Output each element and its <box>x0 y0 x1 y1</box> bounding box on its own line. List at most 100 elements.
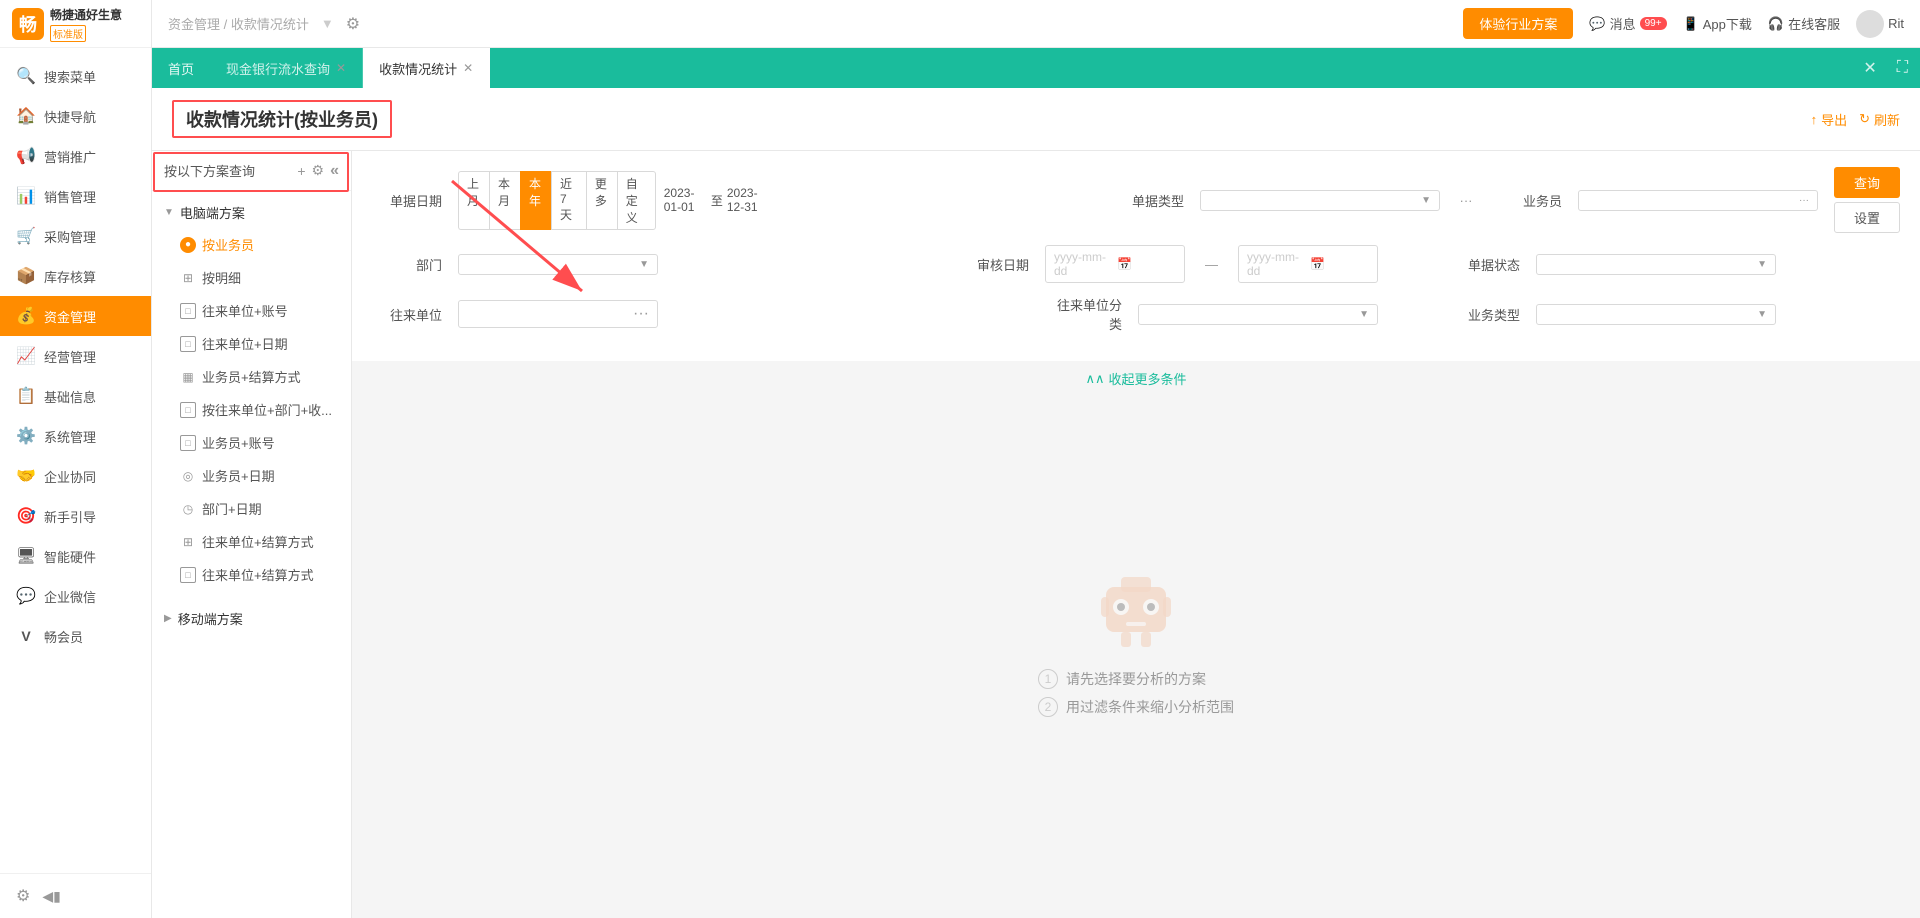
review-date-to-input[interactable]: yyyy-mm-dd 📅 <box>1238 245 1378 283</box>
scheme-item-detail[interactable]: ⊞ 按明细 <box>152 261 351 294</box>
refresh-icon: ↻ <box>1859 111 1870 127</box>
tab-bar-right: ✕ ⛶ <box>1839 48 1920 88</box>
salesperson-arrow-icon: ··· <box>1799 195 1809 206</box>
voucher-status-select[interactable]: ▼ <box>1536 254 1776 275</box>
voucher-type-more-icon[interactable]: ··· <box>1456 193 1476 208</box>
scheme-grid-icon: ⊞ <box>180 270 196 286</box>
logo-area: 畅 畅捷通好生意 标准版 <box>0 0 151 48</box>
user-area[interactable]: Rit <box>1856 10 1904 38</box>
business-type-select[interactable]: ▼ <box>1536 304 1776 325</box>
page-header-actions: ↑ 导出 ↻ 刷新 <box>1811 110 1900 129</box>
scheme-item-partner-account[interactable]: □ 往来单位+账号 <box>152 294 351 327</box>
date-tab-more[interactable]: 更多 <box>586 171 617 230</box>
scheme-item-dept-date[interactable]: ◷ 部门+日期 <box>152 492 351 525</box>
collapse-panel-icon[interactable]: « <box>330 162 339 180</box>
collapse-sidebar-icon[interactable]: ◀▮ <box>42 888 60 905</box>
salesperson-select[interactable]: ··· <box>1578 190 1818 211</box>
export-button[interactable]: ↑ 导出 <box>1811 110 1848 129</box>
partner-select[interactable]: ··· <box>458 300 658 328</box>
sidebar-item-purchase[interactable]: 🛒 采购管理 <box>0 216 151 256</box>
scheme-item-partner-date[interactable]: □ 往来单位+日期 <box>152 327 351 360</box>
date-tab-custom[interactable]: 自定义 <box>617 171 656 230</box>
tab-bank-flow[interactable]: 现金银行流水查询 ✕ <box>210 48 363 88</box>
top-header: 资金管理 / 收款情况统计 ▼ ⚙ 体验行业方案 💬 消息 99+ 📱 App下… <box>152 0 1920 48</box>
mobile-scheme-group: ▶ 移动端方案 <box>152 597 351 640</box>
sidebar-item-inventory[interactable]: 📦 库存核算 <box>0 256 151 296</box>
tab-close-collection[interactable]: ✕ <box>463 61 473 75</box>
date-tab-thismonth[interactable]: 本月 <box>489 171 520 230</box>
online-service-btn[interactable]: 🎧 在线客服 <box>1768 14 1840 33</box>
tab-collection-stats[interactable]: 收款情况统计 ✕ <box>363 48 490 88</box>
scheme-item-salesperson-account[interactable]: □ 业务员+账号 <box>152 426 351 459</box>
scheme-sq-icon5: □ <box>180 567 196 583</box>
settings-footer-icon[interactable]: ⚙ <box>16 886 30 906</box>
gear-settings-icon[interactable]: ⚙ <box>346 14 360 34</box>
sidebar-item-hardware[interactable]: 🖥 智能硬件 <box>0 536 151 576</box>
group-arrow-icon: ▼ <box>164 207 174 218</box>
add-scheme-icon[interactable]: + <box>297 163 305 179</box>
tab-close-bank[interactable]: ✕ <box>336 61 346 75</box>
service-icon: 🎧 <box>1768 16 1784 32</box>
mobile-group-toggle[interactable]: ▶ 移动端方案 <box>152 603 351 634</box>
wechat-icon: 💬 <box>16 586 36 606</box>
date-tab-thisyear[interactable]: 本年 <box>520 171 551 230</box>
scheme-item-salesperson[interactable]: ● 按业务员 <box>152 228 351 261</box>
sidebar-item-quicknav[interactable]: 🏠 快捷导航 <box>0 96 151 136</box>
tab-close-all-icon[interactable]: ✕ <box>1851 58 1888 78</box>
desktop-group-toggle[interactable]: ▼ 电脑端方案 <box>152 197 351 228</box>
user-avatar <box>1856 10 1884 38</box>
logo-text: 畅捷通好生意 标准版 <box>50 6 122 42</box>
sidebar-item-basic[interactable]: 📋 基础信息 <box>0 376 151 416</box>
messages-btn[interactable]: 💬 消息 99+ <box>1589 14 1666 33</box>
review-date-from-input[interactable]: yyyy-mm-dd 📅 <box>1045 245 1185 283</box>
sidebar-item-wechat[interactable]: 💬 企业微信 <box>0 576 151 616</box>
trial-button[interactable]: 体验行业方案 <box>1463 8 1573 39</box>
marketing-icon: 📢 <box>16 146 36 166</box>
sidebar-item-operation[interactable]: 📈 经营管理 <box>0 336 151 376</box>
scheme-sq-icon4: □ <box>180 435 196 451</box>
empty-state: 1 请先选择要分析的方案 2 用过滤条件来缩小分析范围 <box>352 396 1920 918</box>
scheme-item-partner-dept[interactable]: □ 按往来单位+部门+收... <box>152 393 351 426</box>
query-button[interactable]: 查询 <box>1834 167 1900 198</box>
voucher-type-select[interactable]: ▼ <box>1200 190 1440 211</box>
message-icon: 💬 <box>1589 16 1605 32</box>
partner-more-icon[interactable]: ··· <box>633 305 649 323</box>
collapse-bar[interactable]: ∧∧ 收起更多条件 <box>352 361 1920 396</box>
scheme-item-partner-settle2[interactable]: □ 往来单位+结算方式 <box>152 558 351 591</box>
sidebar-nav: 🔍 搜索菜单 🏠 快捷导航 📢 营销推广 📊 销售管理 🛒 采购管理 📦 库存核… <box>0 48 151 873</box>
system-icon: ⚙️ <box>16 426 36 446</box>
sidebar-item-search[interactable]: 🔍 搜索菜单 <box>0 56 151 96</box>
tab-home[interactable]: 首页 <box>152 48 210 88</box>
content-area: 收款情况统计(按业务员) ↑ 导出 ↻ 刷新 <box>152 88 1920 918</box>
search-icon: 🔍 <box>16 66 36 86</box>
sidebar-item-system[interactable]: ⚙️ 系统管理 <box>0 416 151 456</box>
overlay-container: 按以下方案查询 + ⚙ « ▼ 电脑端方案 <box>152 151 1920 918</box>
sidebar-item-enterprise[interactable]: 🤝 企业协同 <box>0 456 151 496</box>
enterprise-icon: 🤝 <box>16 466 36 486</box>
partner-category-select[interactable]: ▼ <box>1138 304 1378 325</box>
department-label: 部门 <box>372 255 442 274</box>
date-tab-lastmonth[interactable]: 上月 <box>458 171 489 230</box>
page-header: 收款情况统计(按业务员) ↑ 导出 ↻ 刷新 <box>152 88 1920 151</box>
scheme-circle-outline-icon: ◎ <box>180 468 196 484</box>
side-panel-header: 按以下方案查询 + ⚙ « <box>152 151 351 191</box>
empty-robot-icon <box>1086 557 1186 657</box>
sidebar-item-member[interactable]: V 畅会员 <box>0 616 151 656</box>
sidebar-item-newbie[interactable]: 🎯 新手引导 <box>0 496 151 536</box>
department-select[interactable]: ▼ <box>458 254 658 275</box>
partner-category-arrow-icon: ▼ <box>1359 309 1369 320</box>
scheme-item-partner-settle1[interactable]: ⊞ 往来单位+结算方式 <box>152 525 351 558</box>
sidebar-item-marketing[interactable]: 📢 营销推广 <box>0 136 151 176</box>
scheme-item-salesperson-settle[interactable]: ▦ 业务员+结算方式 <box>152 360 351 393</box>
refresh-button[interactable]: ↻ 刷新 <box>1859 110 1900 129</box>
date-label: 单据日期 <box>372 191 442 210</box>
settings-button[interactable]: 设置 <box>1834 202 1900 233</box>
sidebar-item-finance[interactable]: 💰 资金管理 <box>0 296 151 336</box>
sidebar-item-sales[interactable]: 📊 销售管理 <box>0 176 151 216</box>
scheme-item-salesperson-date[interactable]: ◎ 业务员+日期 <box>152 459 351 492</box>
app-download-btn[interactable]: 📱 App下载 <box>1683 14 1752 33</box>
tab-maximize-icon[interactable]: ⛶ <box>1897 59 1908 77</box>
date-tab-7days[interactable]: 近7天 <box>551 171 586 230</box>
page-title: 收款情况统计(按业务员) <box>186 110 378 130</box>
scheme-settings-icon[interactable]: ⚙ <box>312 162 325 179</box>
